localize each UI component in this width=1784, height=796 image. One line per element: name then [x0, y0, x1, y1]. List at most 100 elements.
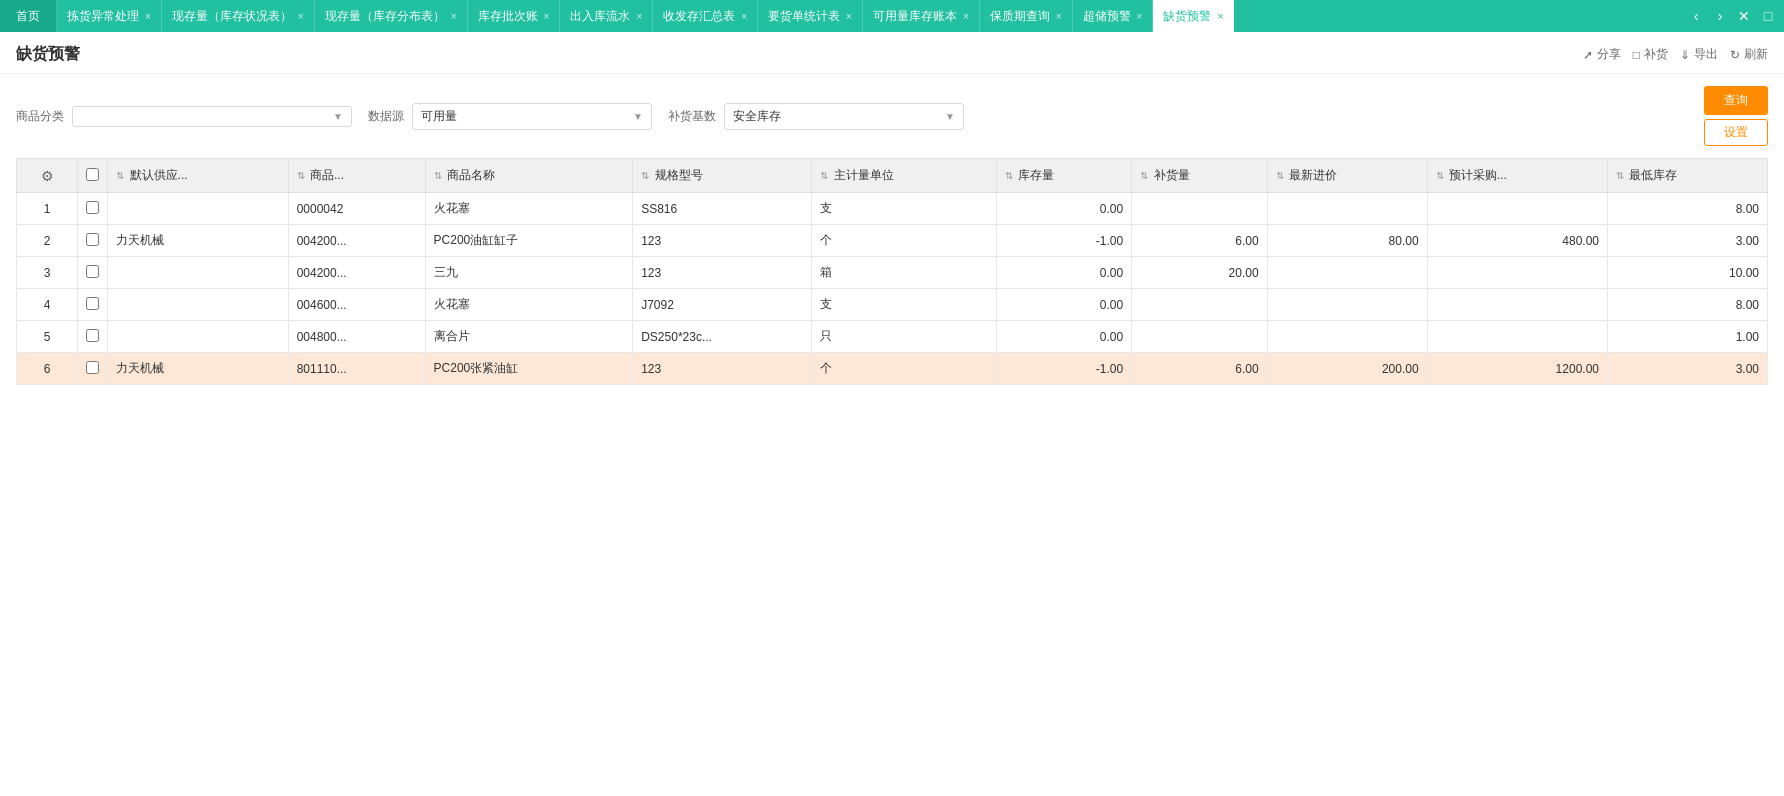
table-body: 1 0000042 火花塞 SS816 支 0.00 8.00 2 力天机械 0… — [17, 193, 1768, 385]
row-checkbox-4[interactable] — [86, 329, 99, 342]
tab-5-close[interactable]: × — [636, 11, 642, 22]
th-replenish-qty[interactable]: ⇅ 补货量 — [1132, 159, 1267, 193]
tab-3[interactable]: 现存量（库存分布表） × — [315, 0, 468, 32]
tab-10[interactable]: 超储预警 × — [1073, 0, 1154, 32]
th-unit[interactable]: ⇅ 主计量单位 — [812, 159, 996, 193]
select-all-checkbox[interactable] — [86, 168, 99, 181]
tab-scroll-left[interactable]: ‹ — [1684, 4, 1708, 28]
row-minstock-1: 3.00 — [1608, 225, 1768, 257]
row-checkbox-5[interactable] — [86, 361, 99, 374]
tab-9-close[interactable]: × — [1056, 11, 1062, 22]
th-stock[interactable]: ⇅ 库存量 — [996, 159, 1131, 193]
row-stock-0: 0.00 — [996, 193, 1131, 225]
tab-9[interactable]: 保质期查询 × — [980, 0, 1073, 32]
row-code-0: 0000042 — [288, 193, 425, 225]
share-label: 分享 — [1597, 46, 1621, 63]
tab-4[interactable]: 库存批次账 × — [468, 0, 561, 32]
th-product-name[interactable]: ⇅ 商品名称 — [425, 159, 633, 193]
tab-7[interactable]: 要货单统计表 × — [758, 0, 863, 32]
export-button[interactable]: ⇓ 导出 — [1680, 46, 1718, 63]
tab-1-label: 拣货异常处理 — [67, 8, 139, 25]
th-spec[interactable]: ⇅ 规格型号 — [633, 159, 812, 193]
share-icon: ➚ — [1583, 48, 1593, 62]
th-checkbox[interactable] — [78, 159, 108, 193]
row-replenish-5: 6.00 — [1132, 353, 1267, 385]
tab-home[interactable]: 首页 — [0, 0, 57, 32]
tab-expand[interactable]: □ — [1756, 4, 1780, 28]
query-button[interactable]: 查询 — [1704, 86, 1768, 115]
sort-est-icon: ⇅ — [1436, 170, 1444, 181]
refresh-button[interactable]: ↻ 刷新 — [1730, 46, 1768, 63]
row-checkbox-2[interactable] — [86, 265, 99, 278]
tab-3-label: 现存量（库存分布表） — [325, 8, 445, 25]
row-spec-0: SS816 — [633, 193, 812, 225]
tab-scroll-right[interactable]: › — [1708, 4, 1732, 28]
tab-11[interactable]: 缺货预警 × — [1153, 0, 1234, 32]
th-product-code[interactable]: ⇅ 商品... — [288, 159, 425, 193]
data-table: ⚙ ⇅ 默认供应... ⇅ 商品... ⇅ 商品名称 — [16, 158, 1768, 385]
product-category-select[interactable]: ▼ — [72, 106, 352, 127]
tab-10-close[interactable]: × — [1137, 11, 1143, 22]
tab-close-all[interactable]: ✕ — [1732, 4, 1756, 28]
tab-3-close[interactable]: × — [451, 11, 457, 22]
row-minstock-4: 1.00 — [1608, 321, 1768, 353]
row-stock-2: 0.00 — [996, 257, 1131, 289]
tab-2-close[interactable]: × — [298, 11, 304, 22]
tab-6[interactable]: 收发存汇总表 × — [653, 0, 758, 32]
row-checkbox-1[interactable] — [86, 233, 99, 246]
replenish-button[interactable]: □ 补货 — [1633, 46, 1668, 63]
table-row: 1 0000042 火花塞 SS816 支 0.00 8.00 — [17, 193, 1768, 225]
data-source-label: 数据源 — [368, 108, 404, 125]
th-default-supplier-label: 默认供应... — [130, 168, 188, 182]
tab-6-close[interactable]: × — [741, 11, 747, 22]
tab-2[interactable]: 现存量（库存状况表） × — [162, 0, 315, 32]
th-product-name-label: 商品名称 — [447, 168, 495, 182]
row-checkbox-cell-0[interactable] — [78, 193, 108, 225]
tab-1[interactable]: 拣货异常处理 × — [57, 0, 162, 32]
row-est-5: 1200.00 — [1427, 353, 1607, 385]
row-est-3 — [1427, 289, 1607, 321]
tab-5[interactable]: 出入库流水 × — [560, 0, 653, 32]
export-label: 导出 — [1694, 46, 1718, 63]
row-checkbox-cell-4[interactable] — [78, 321, 108, 353]
row-checkbox-cell-5[interactable] — [78, 353, 108, 385]
th-est-purchase[interactable]: ⇅ 预计采购... — [1427, 159, 1607, 193]
replenish-base-select[interactable]: 安全库存 ▼ — [724, 103, 964, 130]
refresh-icon: ↻ — [1730, 48, 1740, 62]
tab-8-close[interactable]: × — [963, 11, 969, 22]
sort-stock-icon: ⇅ — [1005, 170, 1013, 181]
row-minstock-2: 10.00 — [1608, 257, 1768, 289]
settings-gear-icon[interactable]: ⚙ — [41, 168, 54, 184]
row-unit-2: 箱 — [812, 257, 996, 289]
tab-4-close[interactable]: × — [544, 11, 550, 22]
page-content: 缺货预警 ➚ 分享 □ 补货 ⇓ 导出 ↻ 刷新 商品分类 — [0, 32, 1784, 796]
data-source-value: 可用量 — [421, 108, 457, 125]
row-unit-0: 支 — [812, 193, 996, 225]
tab-bar: 首页 拣货异常处理 × 现存量（库存状况表） × 现存量（库存分布表） × 库存… — [0, 0, 1784, 32]
row-spec-3: J7092 — [633, 289, 812, 321]
table-row: 3 004200... 三九 123 箱 0.00 20.00 10.00 — [17, 257, 1768, 289]
th-latest-price[interactable]: ⇅ 最新进价 — [1267, 159, 1427, 193]
row-supplier-3 — [108, 289, 288, 321]
tab-1-close[interactable]: × — [145, 11, 151, 22]
tab-11-close[interactable]: × — [1217, 11, 1223, 22]
sort-replenish-icon: ⇅ — [1140, 170, 1148, 181]
row-checkbox-0[interactable] — [86, 201, 99, 214]
settings-button[interactable]: 设置 — [1704, 119, 1768, 146]
replenish-icon: □ — [1633, 48, 1640, 62]
table-container: ⚙ ⇅ 默认供应... ⇅ 商品... ⇅ 商品名称 — [0, 158, 1784, 385]
row-checkbox-cell-1[interactable] — [78, 225, 108, 257]
row-unit-5: 个 — [812, 353, 996, 385]
row-checkbox-cell-3[interactable] — [78, 289, 108, 321]
tab-8[interactable]: 可用量库存账本 × — [863, 0, 980, 32]
th-default-supplier[interactable]: ⇅ 默认供应... — [108, 159, 288, 193]
th-settings[interactable]: ⚙ — [17, 159, 78, 193]
replenish-label: 补货 — [1644, 46, 1668, 63]
data-source-select[interactable]: 可用量 ▼ — [412, 103, 652, 130]
tab-7-close[interactable]: × — [846, 11, 852, 22]
row-checkbox-cell-2[interactable] — [78, 257, 108, 289]
row-checkbox-3[interactable] — [86, 297, 99, 310]
th-min-stock[interactable]: ⇅ 最低库存 — [1608, 159, 1768, 193]
share-button[interactable]: ➚ 分享 — [1583, 46, 1621, 63]
page-title: 缺货预警 — [16, 44, 80, 65]
